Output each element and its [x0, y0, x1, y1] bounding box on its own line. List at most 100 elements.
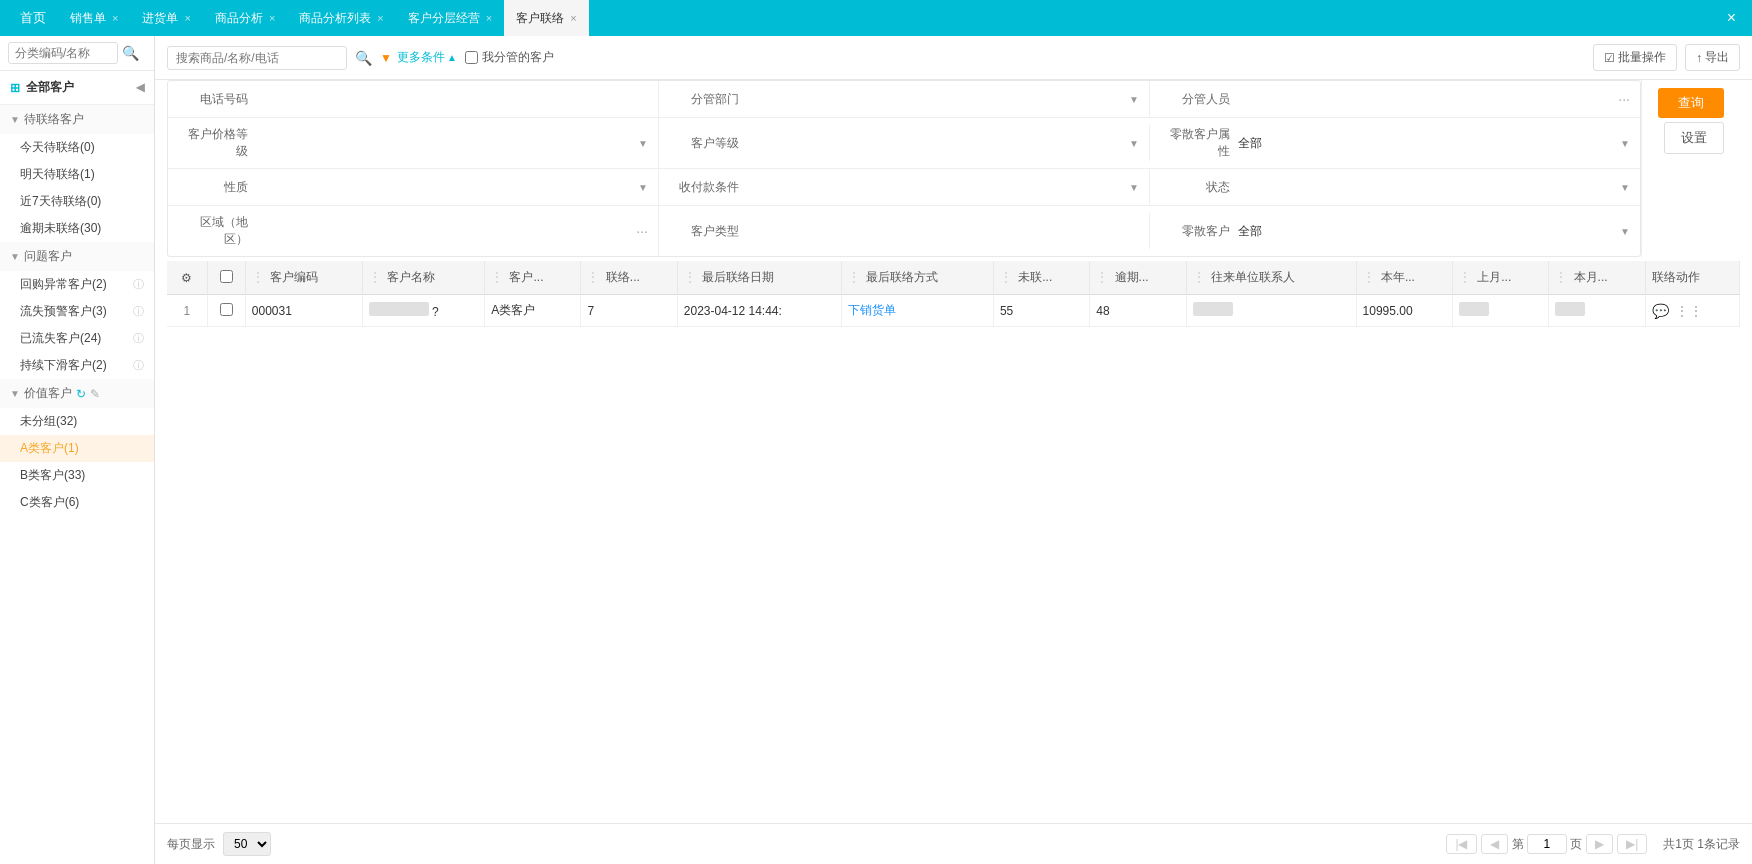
more-conditions-button[interactable]: ▼ 更多条件 ▲ — [380, 49, 457, 66]
nav-tab-purchase[interactable]: 进货单 × — [130, 0, 202, 36]
page-number-input[interactable] — [1527, 834, 1567, 854]
edit-group-icon[interactable]: ✎ — [90, 387, 100, 401]
filter-select-retail-customer[interactable]: 全部 ▼ — [1238, 223, 1630, 240]
filter-select-nature[interactable]: ▼ — [256, 182, 648, 193]
sidebar-item-class-b[interactable]: B类客户(33) — [0, 462, 154, 489]
th-this-year[interactable]: 本年... — [1356, 261, 1452, 295]
sidebar-item-ungrouped[interactable]: 未分组(32) — [0, 408, 154, 435]
per-page-select[interactable]: 50 — [223, 832, 271, 856]
main-layout: 🔍 ⊞ 全部客户 ◀ ▼ 待联络客户 今天待联络(0) 明天待联络(1) 近7天… — [0, 36, 1752, 864]
th-customer-name[interactable]: 客户名称 — [362, 261, 484, 295]
refresh-icon[interactable]: ↻ — [76, 387, 86, 401]
nav-tab-customer-layer[interactable]: 客户分层经营 × — [396, 0, 504, 36]
filter-bar: 🔍 ▼ 更多条件 ▲ 我分管的客户 ☑ 批量操作 ↑ 导出 — [155, 36, 1752, 80]
select-all-checkbox[interactable] — [220, 270, 233, 283]
first-page-button[interactable]: |◀ — [1446, 834, 1476, 854]
filter-select-dept[interactable]: ▼ — [747, 94, 1139, 105]
nav-tab-analysis[interactable]: 商品分析 × — [203, 0, 287, 36]
sidebar-item-declining[interactable]: 持续下滑客户(2) ⓘ — [0, 352, 154, 379]
filter-cell-retail-attr: 零散客户属性 全部 ▼ — [1150, 118, 1640, 168]
td-contact: 7 — [581, 295, 677, 327]
sidebar-group-value[interactable]: ▼ 价值客户 ↻ ✎ — [0, 379, 154, 408]
filter-label-region: 区域（地区） — [178, 214, 248, 248]
sidebar-item-tomorrow-pending[interactable]: 明天待联络(1) — [0, 161, 154, 188]
close-sales-tab-icon[interactable]: × — [112, 12, 118, 24]
filter-select-status[interactable]: ▼ — [1238, 182, 1630, 193]
row-checkbox[interactable] — [220, 303, 233, 316]
sidebar-search-input[interactable] — [8, 42, 118, 64]
next-page-button[interactable]: ▶ — [1586, 834, 1613, 854]
select-arrow-icon-4: ▼ — [1620, 138, 1630, 149]
filter-input-manager[interactable] — [1238, 92, 1614, 106]
sidebar-item-class-a[interactable]: A类客户(1) — [0, 435, 154, 462]
sidebar-group-problem[interactable]: ▼ 问题客户 — [0, 242, 154, 271]
filter-dots-manager[interactable]: ··· — [1618, 91, 1630, 107]
more-action-icon[interactable]: ⋮⋮ — [1675, 303, 1703, 319]
close-analysis-tab-icon[interactable]: × — [269, 12, 275, 24]
my-customers-checkbox[interactable] — [465, 51, 478, 64]
th-no-contact[interactable]: 未联... — [993, 261, 1089, 295]
prev-page-button[interactable]: ◀ — [1481, 834, 1508, 854]
message-action-icon[interactable]: 💬 — [1652, 303, 1669, 319]
row-actions: 💬 ⋮⋮ — [1652, 303, 1733, 319]
filter-cell-price-level: 客户价格等级 ▼ — [168, 118, 659, 168]
close-purchase-tab-icon[interactable]: × — [184, 12, 190, 24]
window-close-button[interactable]: × — [1719, 9, 1744, 27]
nav-tab-sales[interactable]: 销售单 × — [58, 0, 130, 36]
query-button[interactable]: 查询 — [1658, 88, 1724, 118]
th-customer-code[interactable]: 客户编码 — [245, 261, 362, 295]
filter-select-payment[interactable]: ▼ — [747, 182, 1139, 193]
filter-search-input[interactable] — [167, 46, 347, 70]
th-this-month[interactable]: 本月... — [1549, 261, 1645, 295]
sidebar-item-7days-pending[interactable]: 近7天待联络(0) — [0, 188, 154, 215]
select-arrow-icon-5: ▼ — [638, 182, 648, 193]
sidebar-item-churn-warning[interactable]: 流失预警客户(3) ⓘ — [0, 298, 154, 325]
sidebar-all-customers[interactable]: ⊞ 全部客户 ◀ — [0, 71, 154, 105]
th-unit-contact[interactable]: 往来单位联系人 — [1186, 261, 1356, 295]
select-arrow-icon-6: ▼ — [1129, 182, 1139, 193]
filter-select-customer-level[interactable]: ▼ — [747, 138, 1139, 149]
collapse-icon[interactable]: ◀ — [136, 81, 144, 94]
filter-dots-region[interactable]: ··· — [636, 223, 648, 239]
close-customer-contact-tab-icon[interactable]: × — [570, 12, 576, 24]
sidebar-item-overdue-pending[interactable]: 逾期未联络(30) — [0, 215, 154, 242]
grid-icon: ⊞ — [10, 81, 20, 95]
last-page-button[interactable]: ▶| — [1617, 834, 1647, 854]
filter-row-4: 区域（地区） ··· 客户类型 零散客户 全部 ▼ — [168, 206, 1640, 256]
info-icon-3: ⓘ — [133, 331, 144, 346]
settings-icon[interactable]: ⚙ — [181, 271, 192, 285]
export-button[interactable]: ↑ 导出 — [1685, 44, 1740, 71]
filter-label-customer-type: 客户类型 — [669, 223, 739, 240]
filter-search-icon[interactable]: 🔍 — [355, 50, 372, 66]
close-analysis-list-tab-icon[interactable]: × — [377, 12, 383, 24]
sidebar-item-class-c[interactable]: C类客户(6) — [0, 489, 154, 516]
filter-select-price-level[interactable]: ▼ — [256, 138, 648, 149]
th-contact[interactable]: 联络... — [581, 261, 677, 295]
th-last-contact-date[interactable]: 最后联络日期 — [677, 261, 841, 295]
th-settings[interactable]: ⚙ — [167, 261, 207, 295]
sidebar-item-lost[interactable]: 已流失客户(24) ⓘ — [0, 325, 154, 352]
sidebar-search-icon[interactable]: 🔍 — [122, 45, 139, 61]
th-overdue[interactable]: 逾期... — [1090, 261, 1186, 295]
th-last-contact-method[interactable]: 最后联络方式 — [841, 261, 993, 295]
batch-op-icon: ☑ — [1604, 51, 1615, 65]
filter-select-retail-attr[interactable]: 全部 ▼ — [1238, 135, 1630, 152]
my-customers-checkbox-label[interactable]: 我分管的客户 — [465, 49, 554, 66]
sidebar-item-repurchase-abnormal[interactable]: 回购异常客户(2) ⓘ — [0, 271, 154, 298]
nav-tab-analysis-list[interactable]: 商品分析列表 × — [287, 0, 395, 36]
nav-home[interactable]: 首页 — [8, 0, 58, 36]
settings-button[interactable]: 设置 — [1664, 122, 1724, 154]
batch-operation-button[interactable]: ☑ 批量操作 — [1593, 44, 1677, 71]
sidebar-item-today-pending[interactable]: 今天待联络(0) — [0, 134, 154, 161]
filter-label-status: 状态 — [1160, 179, 1230, 196]
filter-input-customer-type[interactable] — [747, 224, 1139, 238]
last-contact-method-link[interactable]: 下销货单 — [848, 303, 896, 317]
nav-tab-customer-contact[interactable]: 客户联络 × — [504, 0, 588, 36]
filter-cell-nature: 性质 ▼ — [168, 169, 659, 205]
close-customer-layer-tab-icon[interactable]: × — [486, 12, 492, 24]
sidebar-group-pending[interactable]: ▼ 待联络客户 — [0, 105, 154, 134]
th-last-month[interactable]: 上月... — [1452, 261, 1548, 295]
filter-input-phone[interactable] — [256, 92, 648, 106]
filter-input-region[interactable] — [256, 224, 632, 238]
th-customer-type[interactable]: 客户... — [485, 261, 581, 295]
